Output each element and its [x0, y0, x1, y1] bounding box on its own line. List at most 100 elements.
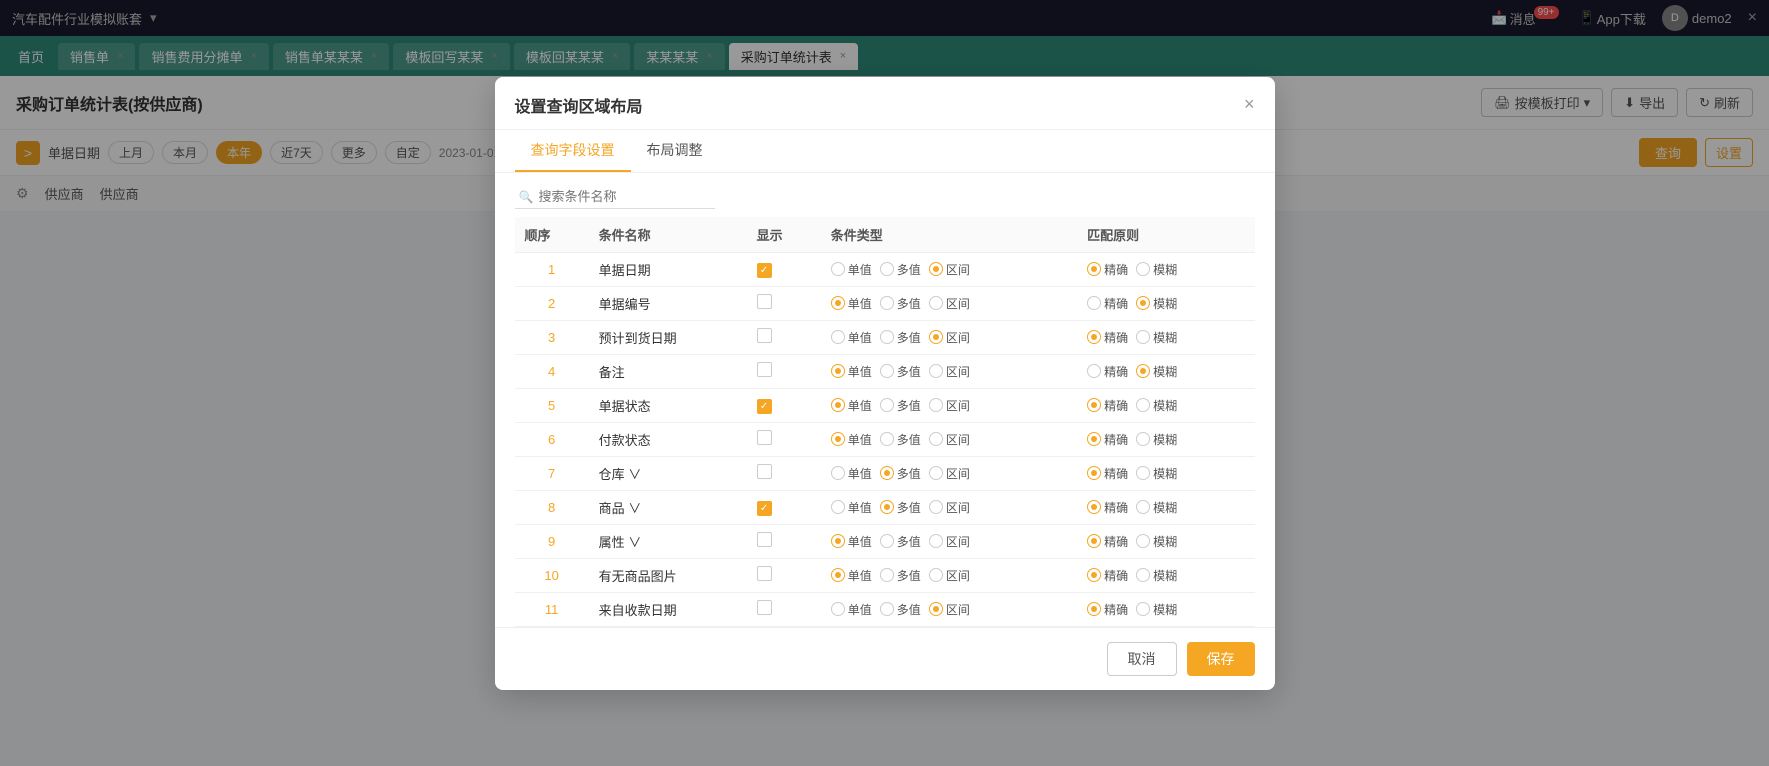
type-option-单值[interactable]: 单值	[831, 397, 872, 414]
match-option-模糊[interactable]: 模糊	[1136, 397, 1177, 414]
tab-query-field-setting[interactable]: 查询字段设置	[515, 130, 631, 172]
show-checkbox[interactable]	[757, 566, 772, 581]
type-option-区间[interactable]: 区间	[929, 329, 970, 346]
cell-order: 8	[515, 490, 589, 524]
dialog-table: 顺序 条件名称 显示 条件类型 匹配原则 1单据日期单值多值区间精确模糊2单据编…	[515, 217, 1255, 627]
match-option-模糊[interactable]: 模糊	[1136, 329, 1177, 346]
type-option-区间[interactable]: 区间	[929, 601, 970, 618]
match-option-精确[interactable]: 精确	[1087, 465, 1128, 482]
match-option-模糊[interactable]: 模糊	[1136, 431, 1177, 448]
radio-label: 单值	[848, 363, 872, 380]
cell-match: 精确模糊	[1077, 422, 1254, 456]
show-checkbox[interactable]	[757, 501, 772, 516]
match-option-模糊[interactable]: 模糊	[1136, 295, 1177, 312]
radio-label: 区间	[946, 329, 970, 346]
save-button[interactable]: 保存	[1187, 642, 1255, 676]
radio-dot	[880, 262, 894, 276]
search-input[interactable]	[515, 185, 715, 209]
show-checkbox[interactable]	[757, 430, 772, 445]
match-option-模糊[interactable]: 模糊	[1136, 465, 1177, 482]
type-option-单值[interactable]: 单值	[831, 601, 872, 618]
type-option-多值[interactable]: 多值	[880, 363, 921, 380]
type-option-多值[interactable]: 多值	[880, 533, 921, 550]
radio-dot	[1087, 432, 1101, 446]
type-option-多值[interactable]: 多值	[880, 397, 921, 414]
radio-dot	[1087, 262, 1101, 276]
tab-layout-adjust[interactable]: 布局调整	[631, 130, 719, 172]
radio-dot	[1136, 398, 1150, 412]
cell-order: 2	[515, 286, 589, 320]
match-option-精确[interactable]: 精确	[1087, 295, 1128, 312]
cell-name: 来自收款日期	[589, 592, 747, 626]
match-option-模糊[interactable]: 模糊	[1136, 499, 1177, 516]
match-option-模糊[interactable]: 模糊	[1136, 601, 1177, 618]
type-option-单值[interactable]: 单值	[831, 295, 872, 312]
type-option-多值[interactable]: 多值	[880, 295, 921, 312]
match-option-模糊[interactable]: 模糊	[1136, 533, 1177, 550]
match-option-精确[interactable]: 精确	[1087, 533, 1128, 550]
cancel-button[interactable]: 取消	[1107, 642, 1177, 676]
type-option-区间[interactable]: 区间	[929, 295, 970, 312]
show-checkbox[interactable]	[757, 600, 772, 615]
type-option-区间[interactable]: 区间	[929, 567, 970, 584]
match-option-精确[interactable]: 精确	[1087, 329, 1128, 346]
show-checkbox[interactable]	[757, 362, 772, 377]
radio-dot	[1087, 398, 1101, 412]
type-option-多值[interactable]: 多值	[880, 465, 921, 482]
type-option-单值[interactable]: 单值	[831, 261, 872, 278]
type-option-单值[interactable]: 单值	[831, 567, 872, 584]
type-option-多值[interactable]: 多值	[880, 601, 921, 618]
match-option-精确[interactable]: 精确	[1087, 601, 1128, 618]
radio-label: 区间	[946, 499, 970, 516]
match-option-精确[interactable]: 精确	[1087, 363, 1128, 380]
type-option-区间[interactable]: 区间	[929, 465, 970, 482]
type-option-单值[interactable]: 单值	[831, 329, 872, 346]
cell-name: 付款状态	[589, 422, 747, 456]
type-option-多值[interactable]: 多值	[880, 261, 921, 278]
radio-label: 单值	[848, 533, 872, 550]
cell-show	[747, 592, 821, 626]
cell-match: 精确模糊	[1077, 320, 1254, 354]
type-option-单值[interactable]: 单值	[831, 499, 872, 516]
match-option-精确[interactable]: 精确	[1087, 397, 1128, 414]
match-option-模糊[interactable]: 模糊	[1136, 567, 1177, 584]
type-option-多值[interactable]: 多值	[880, 431, 921, 448]
radio-dot	[929, 602, 943, 616]
show-checkbox[interactable]	[757, 464, 772, 479]
radio-label: 多值	[897, 601, 921, 618]
cell-type: 单值多值区间	[821, 252, 1077, 286]
show-checkbox[interactable]	[757, 399, 772, 414]
type-option-区间[interactable]: 区间	[929, 499, 970, 516]
match-option-精确[interactable]: 精确	[1087, 261, 1128, 278]
cell-type: 单值 多值区间	[821, 388, 1077, 422]
type-option-区间[interactable]: 区间	[929, 431, 970, 448]
radio-label: 精确	[1104, 431, 1128, 448]
match-option-精确[interactable]: 精确	[1087, 499, 1128, 516]
dialog-close-button[interactable]: ×	[1244, 94, 1255, 115]
type-option-单值[interactable]: 单值	[831, 431, 872, 448]
match-option-精确[interactable]: 精确	[1087, 567, 1128, 584]
type-option-区间[interactable]: 区间	[929, 261, 970, 278]
match-option-模糊[interactable]: 模糊	[1136, 363, 1177, 380]
type-option-区间[interactable]: 区间	[929, 397, 970, 414]
dialog-footer: 取消 保存	[495, 627, 1275, 690]
show-checkbox[interactable]	[757, 328, 772, 343]
type-option-区间[interactable]: 区间	[929, 363, 970, 380]
show-checkbox[interactable]	[757, 263, 772, 278]
radio-label: 区间	[946, 295, 970, 312]
show-checkbox[interactable]	[757, 294, 772, 309]
type-option-多值[interactable]: 多值	[880, 567, 921, 584]
type-option-多值[interactable]: 多值	[880, 329, 921, 346]
match-option-精确[interactable]: 精确	[1087, 431, 1128, 448]
cell-name: 预计到货日期	[589, 320, 747, 354]
show-checkbox[interactable]	[757, 532, 772, 547]
match-option-模糊[interactable]: 模糊	[1136, 261, 1177, 278]
type-option-多值[interactable]: 多值	[880, 499, 921, 516]
radio-label: 单值	[848, 567, 872, 584]
type-option-单值[interactable]: 单值	[831, 363, 872, 380]
type-option-区间[interactable]: 区间	[929, 533, 970, 550]
cell-match: 精确模糊	[1077, 286, 1254, 320]
radio-label: 多值	[897, 397, 921, 414]
type-option-单值[interactable]: 单值	[831, 533, 872, 550]
type-option-单值[interactable]: 单值	[831, 465, 872, 482]
